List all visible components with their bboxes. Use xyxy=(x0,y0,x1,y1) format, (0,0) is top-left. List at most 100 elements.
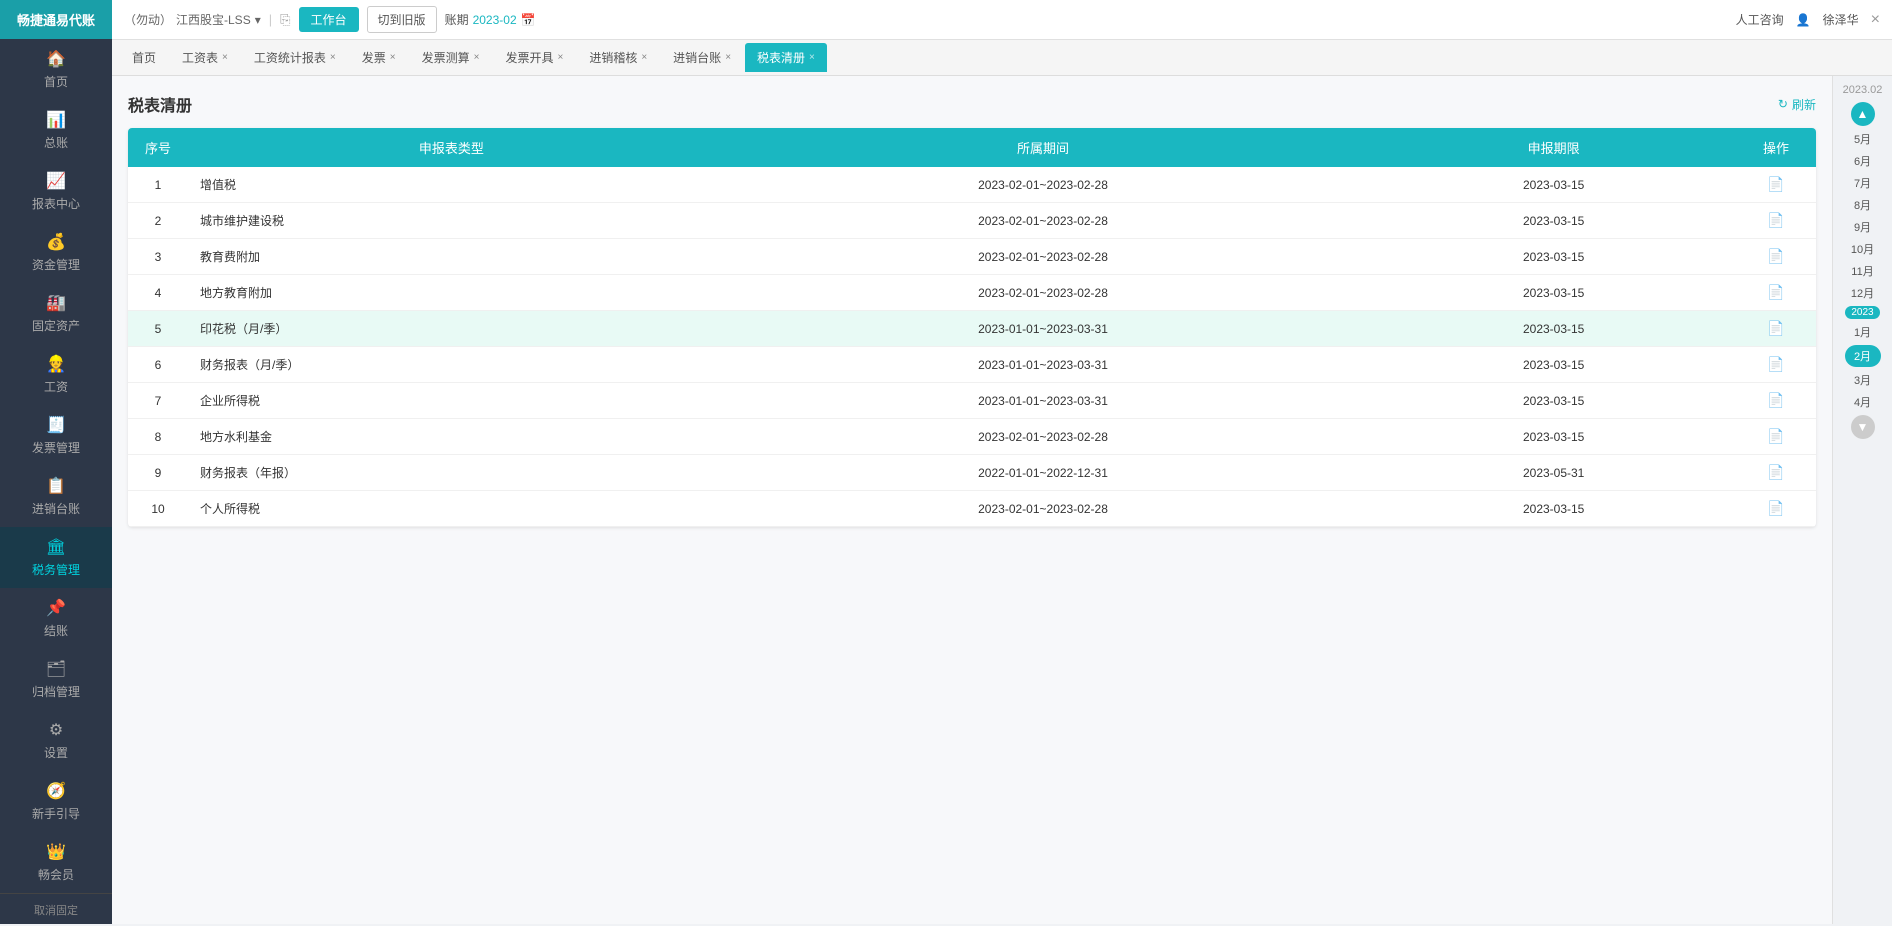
sidebar-item-11[interactable]: ⚙ 设置 xyxy=(0,710,112,771)
row-action[interactable]: 📄 xyxy=(1736,383,1816,419)
tab-首页[interactable]: 首页 xyxy=(120,43,168,72)
switch-version-button[interactable]: 切到旧版 xyxy=(367,6,437,33)
timeline-month-8月[interactable]: 8月 xyxy=(1847,194,1878,216)
tab-close-2[interactable]: × xyxy=(330,52,336,63)
row-deadline: 2023-03-15 xyxy=(1371,311,1736,347)
row-action[interactable]: 📄 xyxy=(1736,275,1816,311)
tab-工资表[interactable]: 工资表× xyxy=(170,43,240,72)
tab-发票测算[interactable]: 发票测算× xyxy=(410,43,492,72)
tab-进销稽核[interactable]: 进销稽核× xyxy=(577,43,659,72)
refresh-button[interactable]: ↻ 刷新 xyxy=(1778,96,1816,113)
row-action[interactable]: 📄 xyxy=(1736,311,1816,347)
sidebar-label-8: 税务管理 xyxy=(32,561,80,578)
timeline-month-5月[interactable]: 5月 xyxy=(1847,128,1878,150)
sidebar-item-7[interactable]: 📋 进销台账 xyxy=(0,466,112,527)
unpin-button[interactable]: 取消固定 xyxy=(0,893,112,926)
company-prefix: （勿动） xyxy=(124,11,172,28)
timeline-month-4月[interactable]: 4月 xyxy=(1845,391,1881,413)
action-icon[interactable]: 📄 xyxy=(1767,212,1784,228)
tab-进销台账[interactable]: 进销台账× xyxy=(661,43,743,72)
timeline-month-7月[interactable]: 7月 xyxy=(1847,172,1878,194)
tab-close-7[interactable]: × xyxy=(725,52,731,63)
timeline-down-nav[interactable]: ▼ xyxy=(1851,415,1875,439)
row-action[interactable]: 📄 xyxy=(1736,167,1816,203)
tab-label-2: 工资统计报表 xyxy=(254,49,326,66)
row-deadline: 2023-03-15 xyxy=(1371,491,1736,527)
timeline-month-2月[interactable]: 2月 xyxy=(1845,345,1881,367)
row-action[interactable]: 📄 xyxy=(1736,491,1816,527)
action-icon[interactable]: 📄 xyxy=(1767,500,1784,516)
col-header-2: 所属期间 xyxy=(715,128,1372,167)
close-icon[interactable]: × xyxy=(1871,11,1880,29)
row-period: 2023-01-01~2023-03-31 xyxy=(715,311,1372,347)
tab-bar: 首页工资表×工资统计报表×发票×发票测算×发票开具×进销稽核×进销台账×税表清册… xyxy=(112,40,1892,76)
row-action[interactable]: 📄 xyxy=(1736,239,1816,275)
workspace-button[interactable]: 工作台 xyxy=(299,7,359,32)
tab-label-0: 首页 xyxy=(132,49,156,66)
user-avatar[interactable]: 👤 xyxy=(1796,13,1811,27)
timeline-month-1月[interactable]: 1月 xyxy=(1845,321,1881,343)
period-value[interactable]: 2023-02 xyxy=(473,13,517,27)
tab-工资统计报表[interactable]: 工资统计报表 × xyxy=(242,43,348,72)
tab-close-6[interactable]: × xyxy=(641,52,647,63)
row-period: 2023-01-01~2023-03-31 xyxy=(715,347,1372,383)
sidebar-item-1[interactable]: 📊 总账 xyxy=(0,100,112,161)
action-icon[interactable]: 📄 xyxy=(1767,464,1784,480)
row-action[interactable]: 📄 xyxy=(1736,203,1816,239)
tab-close-5[interactable]: × xyxy=(557,52,563,63)
sidebar-item-10[interactable]: 🗂 归档管理 xyxy=(0,649,112,710)
sidebar-item-2[interactable]: 📈 报表中心 xyxy=(0,161,112,222)
action-icon[interactable]: 📄 xyxy=(1767,284,1784,300)
timeline-up-nav[interactable]: ▲ xyxy=(1851,102,1875,126)
sidebar-item-0[interactable]: 🏠 首页 xyxy=(0,39,112,100)
tab-close-1[interactable]: × xyxy=(222,52,228,63)
row-action[interactable]: 📄 xyxy=(1736,419,1816,455)
tab-close-3[interactable]: × xyxy=(390,52,396,63)
row-type: 地方教育附加 xyxy=(188,275,715,311)
action-icon[interactable]: 📄 xyxy=(1767,356,1784,372)
period-selector: 账期 2023-02 📅 xyxy=(445,11,536,28)
tab-发票[interactable]: 发票× xyxy=(350,43,408,72)
row-action[interactable]: 📄 xyxy=(1736,347,1816,383)
sidebar-label-5: 工资 xyxy=(44,378,68,395)
tab-发票开具[interactable]: 发票开具× xyxy=(493,43,575,72)
copy-icon[interactable]: ⎘ xyxy=(280,12,290,28)
row-id: 7 xyxy=(128,383,188,419)
sidebar-icon-3: 💰 xyxy=(46,232,66,252)
sidebar-item-8[interactable]: 🏛 税务管理 xyxy=(0,527,112,588)
row-deadline: 2023-03-15 xyxy=(1371,419,1736,455)
sidebar-item-3[interactable]: 💰 资金管理 xyxy=(0,222,112,283)
company-selector[interactable]: （勿动） 江西股宝-LSS ▾ xyxy=(124,11,261,28)
action-icon[interactable]: 📄 xyxy=(1767,392,1784,408)
action-icon[interactable]: 📄 xyxy=(1767,248,1784,264)
calendar-icon[interactable]: 📅 xyxy=(521,13,536,27)
sidebar-item-6[interactable]: 🧾 发票管理 xyxy=(0,405,112,466)
row-id: 10 xyxy=(128,491,188,527)
sidebar-label-0: 首页 xyxy=(44,73,68,90)
action-icon[interactable]: 📄 xyxy=(1767,176,1784,192)
ai-consult-button[interactable]: 人工咨询 xyxy=(1736,11,1784,28)
timeline-month-10月[interactable]: 10月 xyxy=(1847,238,1878,260)
table-row: 5 印花税（月/季） 2023-01-01~2023-03-31 2023-03… xyxy=(128,311,1816,347)
sidebar-item-12[interactable]: 🧭 新手引导 xyxy=(0,771,112,832)
timeline-month-11月[interactable]: 11月 xyxy=(1847,260,1878,282)
timeline-month-6月[interactable]: 6月 xyxy=(1847,150,1878,172)
timeline-month-3月[interactable]: 3月 xyxy=(1845,369,1881,391)
row-type: 个人所得税 xyxy=(188,491,715,527)
tab-税表清册[interactable]: 税表清册× xyxy=(745,43,827,72)
sidebar-item-4[interactable]: 🏭 固定资产 xyxy=(0,283,112,344)
row-period: 2023-02-01~2023-02-28 xyxy=(715,167,1372,203)
sidebar-item-9[interactable]: 📌 结账 xyxy=(0,588,112,649)
sidebar-item-13[interactable]: 👑 畅会员 xyxy=(0,832,112,893)
col-header-3: 申报期限 xyxy=(1371,128,1736,167)
sidebar-label-13: 畅会员 xyxy=(38,866,74,883)
action-icon[interactable]: 📄 xyxy=(1767,320,1784,336)
sidebar-item-5[interactable]: 👷 工资 xyxy=(0,344,112,405)
tab-close-4[interactable]: × xyxy=(474,52,480,63)
timeline-month-12月[interactable]: 12月 xyxy=(1847,282,1878,304)
tab-close-8[interactable]: × xyxy=(809,52,815,63)
timeline-month-9月[interactable]: 9月 xyxy=(1847,216,1878,238)
row-action[interactable]: 📄 xyxy=(1736,455,1816,491)
action-icon[interactable]: 📄 xyxy=(1767,428,1784,444)
row-type: 地方水利基金 xyxy=(188,419,715,455)
